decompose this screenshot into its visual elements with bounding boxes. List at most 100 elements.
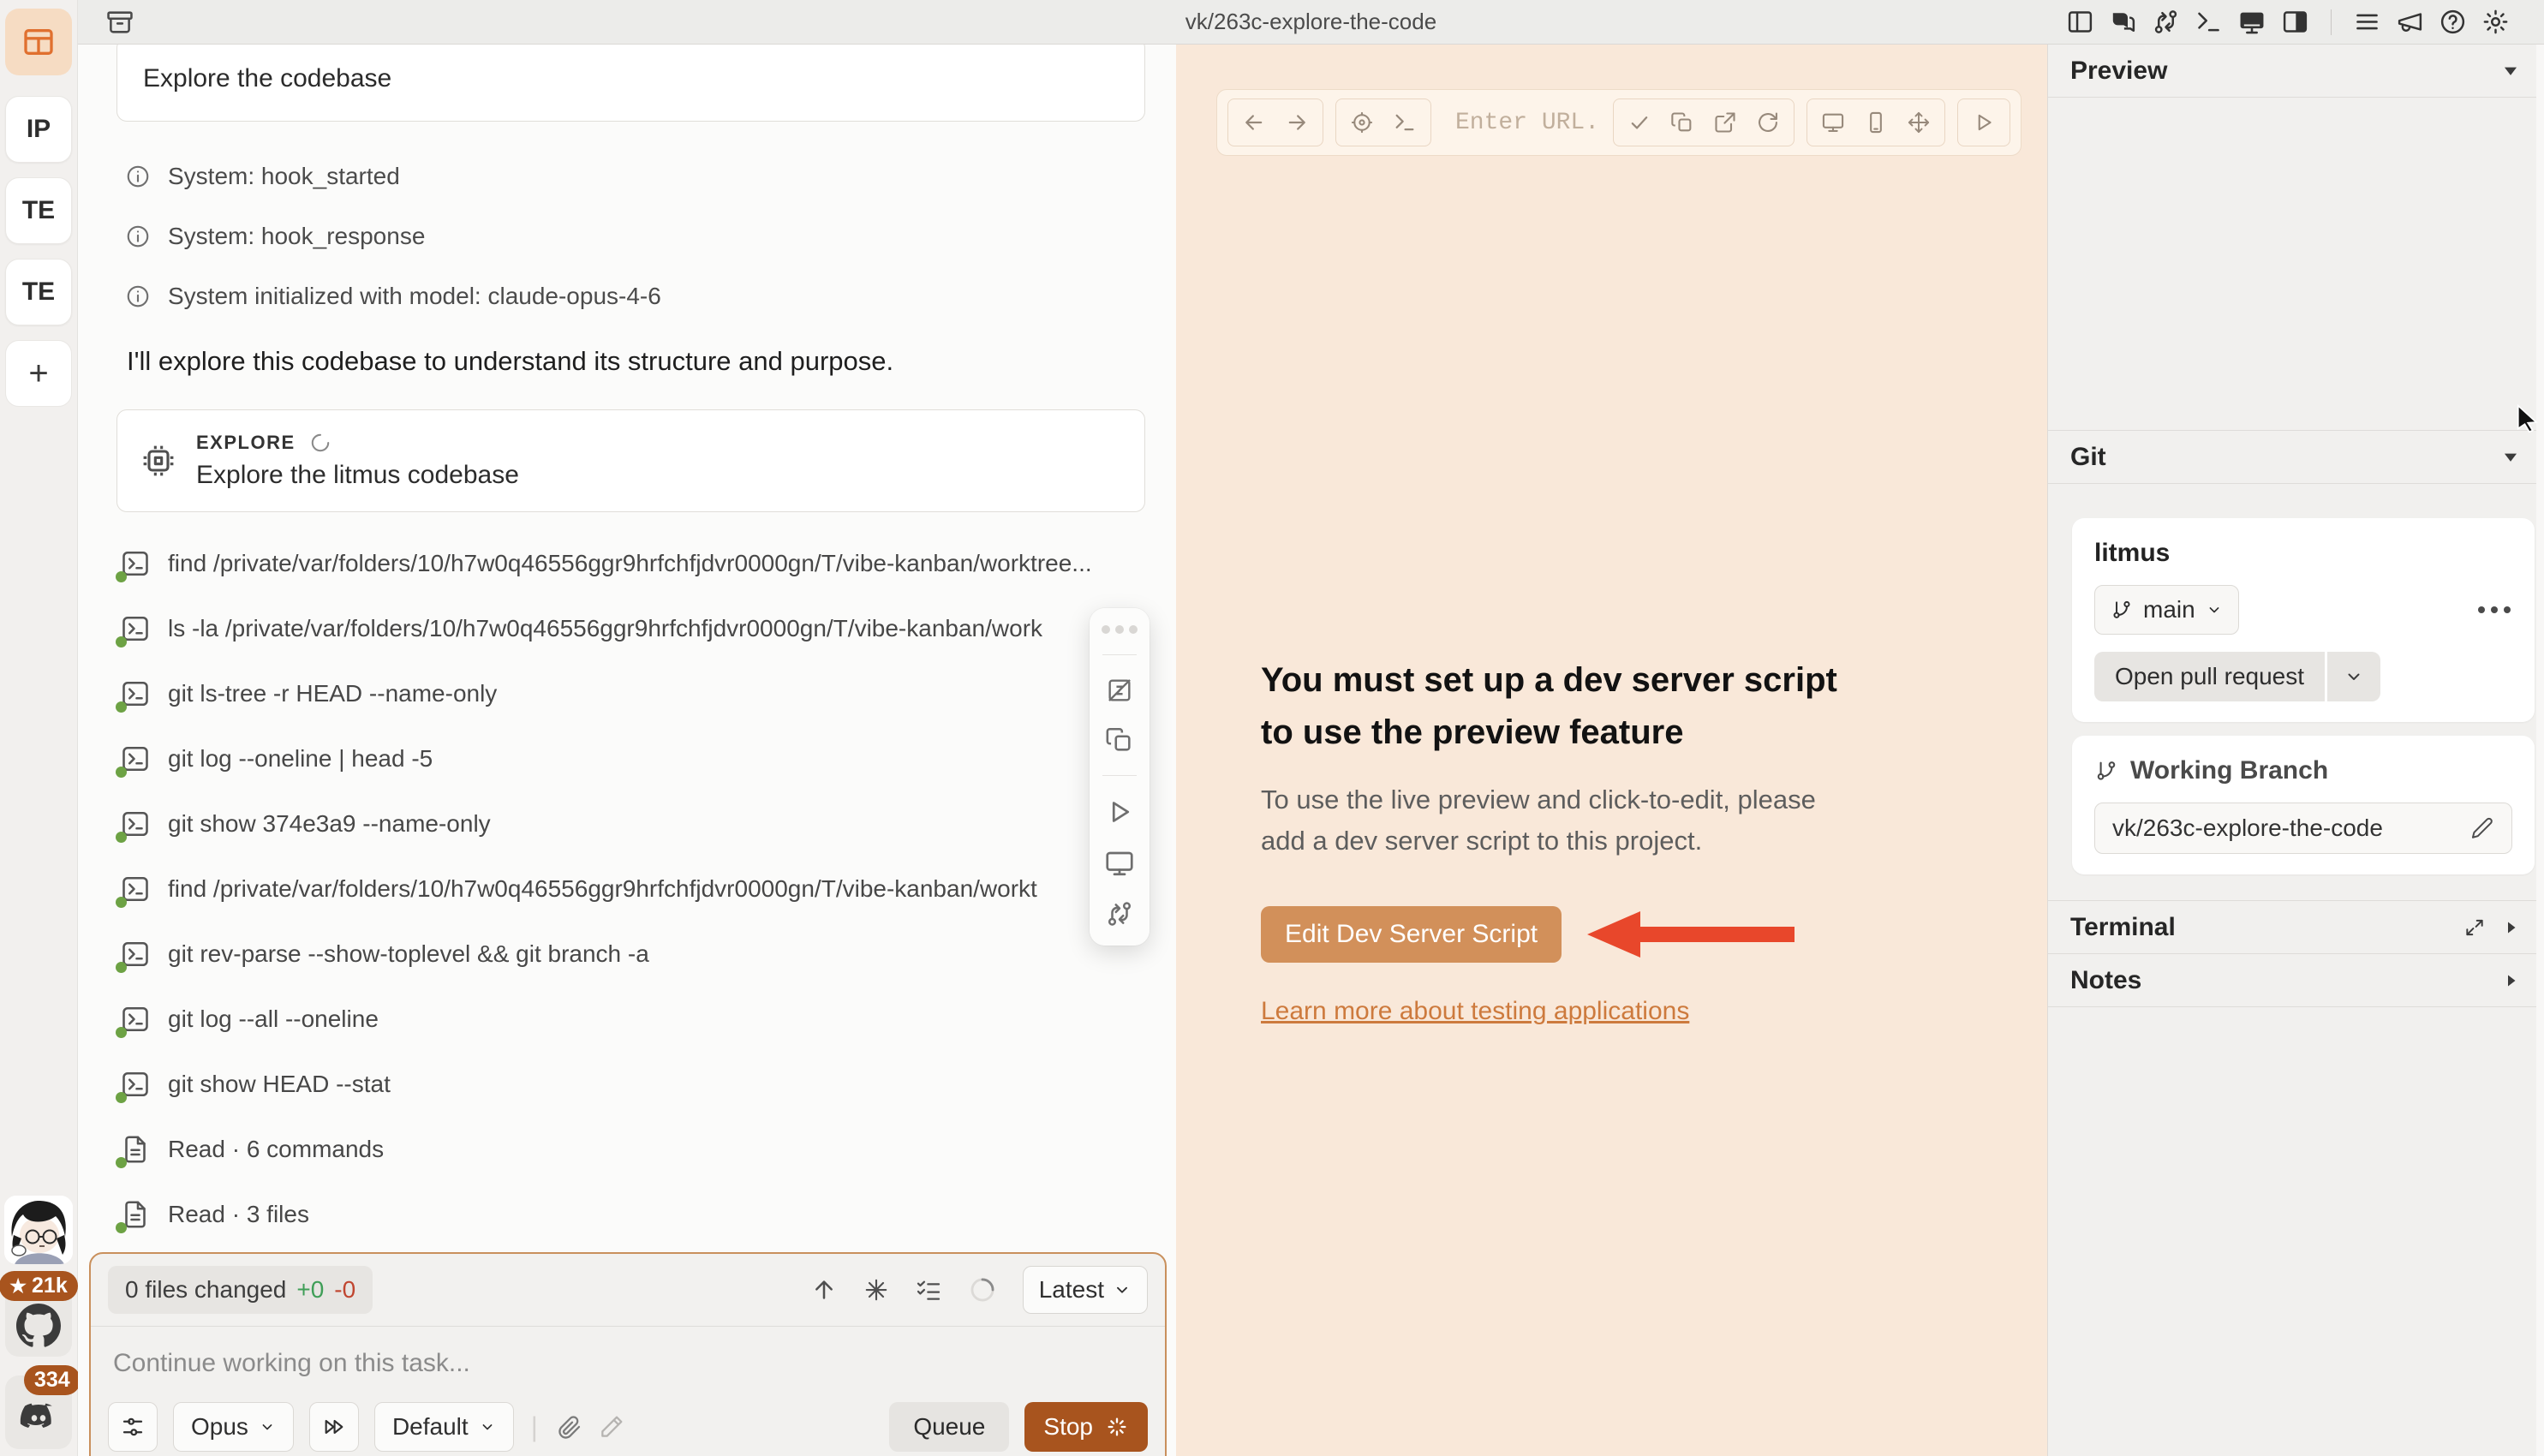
- command-row[interactable]: ls -la /private/var/folders/10/h7w0q4655…: [78, 596, 1176, 661]
- drag-handle-icon[interactable]: [1102, 625, 1138, 634]
- refresh-icon[interactable]: [1756, 110, 1780, 134]
- copy-icon[interactable]: [1105, 725, 1134, 755]
- terminal-command-icon: [120, 809, 151, 839]
- command-row[interactable]: git log --oneline | head -5: [78, 726, 1176, 791]
- archive-icon[interactable]: [105, 8, 134, 37]
- stop-button[interactable]: Stop: [1024, 1402, 1148, 1452]
- panel-right-icon[interactable]: [2281, 8, 2309, 36]
- terminal-command-icon: [120, 939, 151, 970]
- section-header-notes[interactable]: Notes: [2048, 954, 2544, 1007]
- queue-button[interactable]: Queue: [889, 1402, 1009, 1452]
- back-icon[interactable]: [1242, 110, 1266, 134]
- copy-icon[interactable]: [1670, 110, 1694, 134]
- play-icon[interactable]: [1104, 797, 1135, 827]
- new-workspace-button[interactable]: +: [5, 340, 72, 407]
- settings-icon[interactable]: [2481, 8, 2510, 36]
- message-input[interactable]: Continue working on this task...: [108, 1349, 1148, 1378]
- command-row[interactable]: git show 374e3a9 --name-only: [78, 791, 1176, 856]
- command-row[interactable]: git rev-parse --show-toplevel && git bra…: [78, 922, 1176, 987]
- section-label: Terminal: [2070, 913, 2176, 942]
- plus-icon: +: [28, 355, 48, 393]
- command-row[interactable]: find /private/var/folders/10/h7w0q46556g…: [78, 531, 1176, 596]
- model-select[interactable]: Opus: [173, 1402, 294, 1452]
- scrollbar-track[interactable]: [2536, 45, 2544, 1456]
- files-changed-chip[interactable]: 0 files changed +0 -0: [108, 1266, 373, 1314]
- rail-item-workspace-te1[interactable]: TE: [5, 177, 72, 244]
- system-event[interactable]: System initialized with model: claude-op…: [78, 283, 1176, 310]
- pen-icon[interactable]: [598, 1413, 625, 1441]
- working-branch-field[interactable]: vk/263c-explore-the-code: [2094, 803, 2512, 854]
- fast-forward-button[interactable]: [309, 1402, 359, 1452]
- read-row[interactable]: Read · 6 commands: [78, 1117, 1176, 1182]
- read-row[interactable]: Read · 3 files: [78, 1182, 1176, 1247]
- url-input[interactable]: Enter URL.: [1443, 110, 1601, 136]
- git-compare-icon[interactable]: [1105, 899, 1134, 928]
- command-row[interactable]: git ls-tree -r HEAD --name-only: [78, 661, 1176, 726]
- rail-item-workspace-ip[interactable]: IP: [5, 96, 72, 163]
- command-text: git log --all --oneline: [168, 1005, 379, 1033]
- preview-section-body: [2048, 98, 2544, 431]
- working-branch-card: Working Branch vk/263c-explore-the-code: [2072, 736, 2535, 874]
- lines-removed: -0: [334, 1276, 355, 1304]
- branch-select[interactable]: main: [2094, 585, 2239, 635]
- toolbar-divider: [1102, 775, 1137, 776]
- edit-dev-server-script-button[interactable]: Edit Dev Server Script: [1261, 906, 1562, 963]
- scroll-up-icon[interactable]: [810, 1276, 838, 1304]
- terminal-icon[interactable]: [2195, 8, 2223, 36]
- profile-select[interactable]: Default: [374, 1402, 514, 1452]
- monitor-icon[interactable]: [1104, 848, 1135, 879]
- command-row[interactable]: find /private/var/folders/10/h7w0q46556g…: [78, 856, 1176, 922]
- expand-icon[interactable]: [2463, 916, 2486, 939]
- menu-icon[interactable]: [2353, 8, 2381, 36]
- section-header-terminal[interactable]: Terminal: [2048, 901, 2544, 954]
- terminal-icon[interactable]: [1393, 110, 1417, 134]
- mobile-icon[interactable]: [1864, 110, 1888, 134]
- terminal-command-icon: [120, 548, 151, 579]
- section-label: Git: [2070, 443, 2106, 472]
- open-pull-request-button[interactable]: Open pull request: [2094, 652, 2325, 701]
- github-link[interactable]: ★21k: [5, 1283, 72, 1357]
- learn-more-link[interactable]: Learn more about testing applications: [1261, 997, 1689, 1026]
- desktop-icon[interactable]: [1821, 110, 1845, 134]
- explore-tool-card[interactable]: EXPLORE Explore the litmus codebase: [116, 409, 1145, 512]
- version-select[interactable]: Latest: [1023, 1266, 1148, 1314]
- open-external-icon[interactable]: [1713, 110, 1737, 134]
- pull-request-dropdown[interactable]: [2327, 652, 2380, 701]
- z-square-icon[interactable]: [1105, 676, 1134, 705]
- target-icon[interactable]: [1350, 110, 1374, 134]
- help-icon[interactable]: [2439, 8, 2467, 36]
- browser-toolbar: Enter URL.: [1216, 89, 2021, 156]
- section-label: Notes: [2070, 966, 2141, 995]
- rail-item-workspace-te2[interactable]: TE: [5, 259, 72, 325]
- rail-item-kanban[interactable]: [5, 9, 72, 75]
- system-event[interactable]: System: hook_started: [78, 163, 1176, 190]
- git-compare-icon[interactable]: [2152, 8, 2180, 36]
- attach-icon[interactable]: [555, 1413, 582, 1441]
- composer-settings-button[interactable]: [108, 1402, 158, 1452]
- system-events: System: hook_started System: hook_respon…: [78, 163, 1176, 310]
- move-icon[interactable]: [1907, 110, 1931, 134]
- discord-link[interactable]: 334: [5, 1375, 72, 1449]
- command-row[interactable]: git show HEAD --stat: [78, 1052, 1176, 1117]
- repo-card: litmus main Open pull request: [2072, 518, 2535, 722]
- screen-share-icon[interactable]: [2237, 8, 2266, 37]
- play-icon[interactable]: [1972, 110, 1996, 134]
- command-row[interactable]: git log --all --oneline: [78, 987, 1176, 1052]
- panel-left-icon[interactable]: [2066, 8, 2094, 36]
- run-group: [1957, 98, 2010, 146]
- edit-pencil-icon[interactable]: [2470, 816, 2494, 840]
- sparkle-icon[interactable]: [863, 1277, 889, 1303]
- section-header-preview[interactable]: Preview: [2048, 45, 2544, 98]
- checklist-icon[interactable]: [915, 1276, 942, 1304]
- system-event-text: System: hook_response: [168, 223, 425, 250]
- forward-icon[interactable]: [1285, 110, 1309, 134]
- chat-bubble-icon[interactable]: [2109, 8, 2137, 36]
- repo-menu-button[interactable]: [2476, 598, 2512, 622]
- task-title-card[interactable]: Explore the codebase: [116, 45, 1145, 122]
- megaphone-icon[interactable]: [2396, 8, 2424, 36]
- user-avatar[interactable]: [4, 1196, 73, 1264]
- task-title: Explore the codebase: [143, 64, 1119, 93]
- system-event[interactable]: System: hook_response: [78, 223, 1176, 250]
- section-header-git[interactable]: Git: [2048, 431, 2544, 484]
- check-icon[interactable]: [1627, 110, 1651, 134]
